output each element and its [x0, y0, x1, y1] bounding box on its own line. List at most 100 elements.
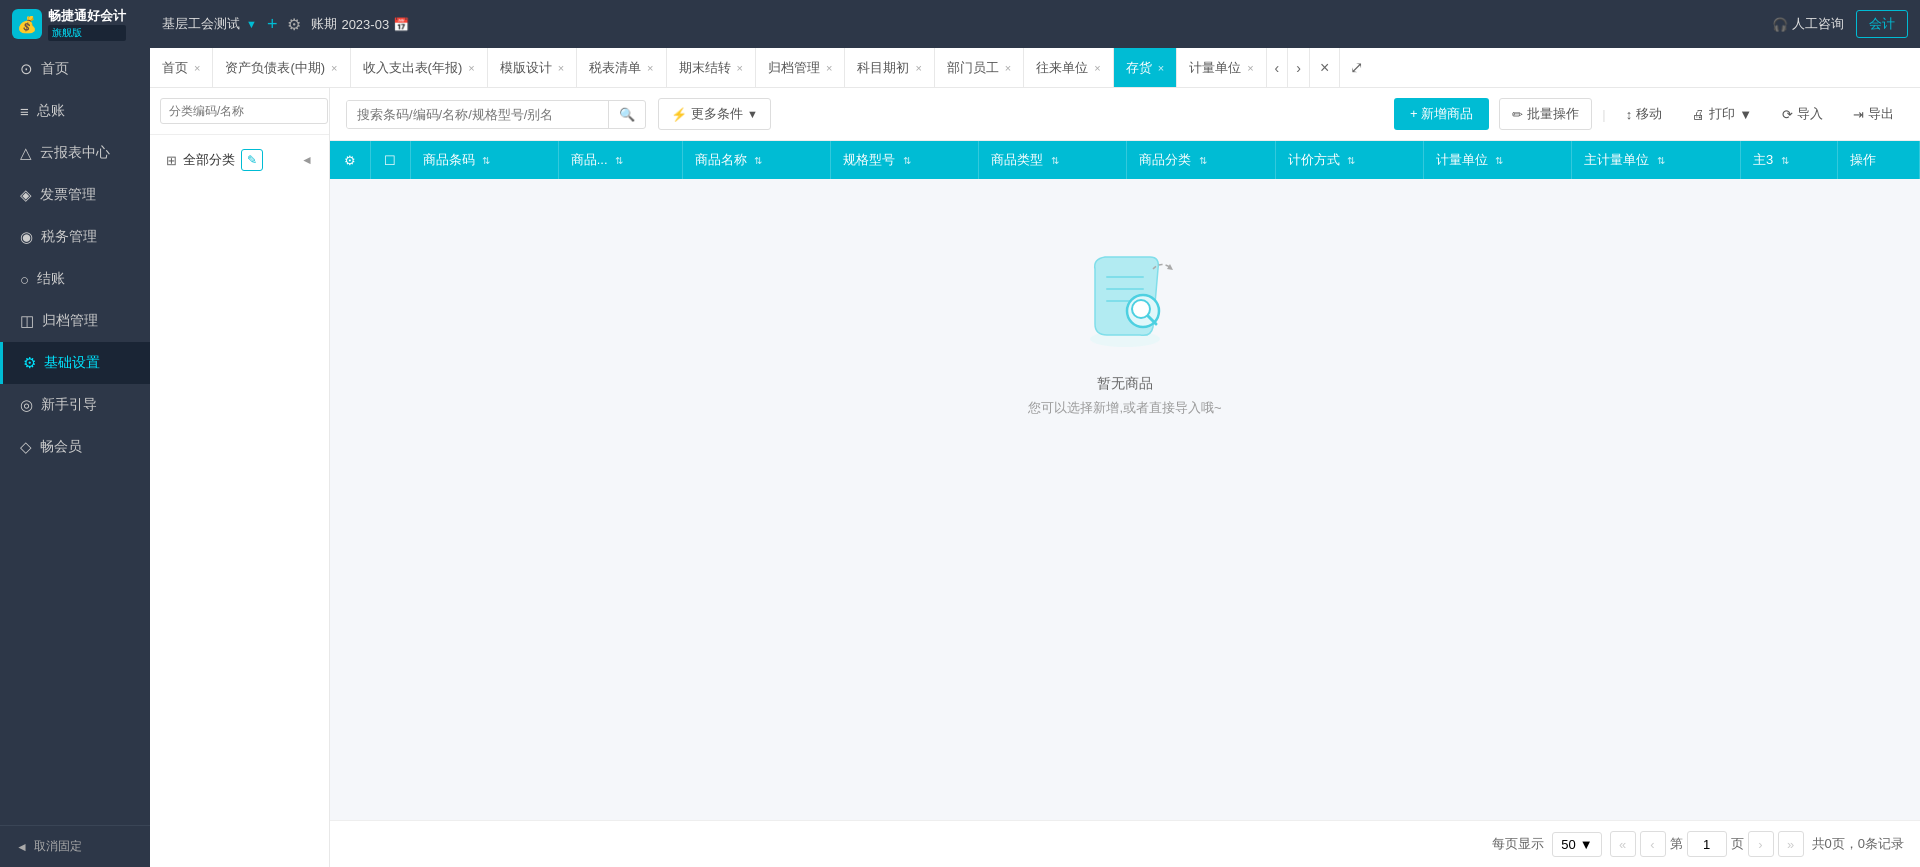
tab-partners-close[interactable]: ×	[1094, 62, 1100, 74]
tab-bar: 首页 × 资产负债表(中期) × 收入支出表(年报) × 模版设计 × 税表清单…	[150, 48, 1920, 88]
category-edit-button[interactable]: ✎	[241, 149, 263, 171]
col-price-method[interactable]: 计价方式 ⇅	[1275, 141, 1423, 179]
tab-balance-sheet[interactable]: 资产负债表(中期) ×	[213, 48, 350, 88]
logo-area: 💰 畅捷通好会计 旗舰版	[12, 7, 152, 41]
tab-dept-staff-close[interactable]: ×	[1005, 62, 1011, 74]
filter-button[interactable]: ⚡ 更多条件 ▼	[658, 98, 771, 130]
sidebar-label-home: 首页	[41, 60, 69, 78]
batch-icon: ✏	[1512, 107, 1523, 122]
category-collapse-button[interactable]: ◄	[301, 153, 313, 167]
sidebar-item-tax[interactable]: ◉ 税务管理	[0, 216, 150, 258]
tab-expand-button[interactable]: ⤢	[1340, 48, 1373, 88]
tab-tax-list[interactable]: 税表清单 ×	[577, 48, 666, 88]
category-search-input[interactable]	[160, 98, 328, 124]
per-page-label: 每页显示	[1492, 835, 1544, 853]
col-col3[interactable]: 主3 ⇅	[1740, 141, 1837, 179]
account-button[interactable]: 会计	[1856, 10, 1908, 38]
search-icon[interactable]: 🔍	[608, 101, 645, 128]
help-icon: 🎧	[1772, 17, 1788, 32]
tax-icon: ◉	[20, 228, 33, 246]
settings-gear-button[interactable]: ⚙	[287, 15, 301, 34]
col-actions: 操作	[1838, 141, 1920, 179]
tab-archive[interactable]: 归档管理 ×	[756, 48, 845, 88]
period-label: 账期	[311, 15, 337, 33]
tab-period-end-close[interactable]: ×	[737, 62, 743, 74]
tab-template-close[interactable]: ×	[558, 62, 564, 74]
tab-next-button[interactable]: ›	[1288, 48, 1310, 88]
col-checkbox[interactable]: ☐	[370, 141, 410, 179]
batch-button[interactable]: ✏ 批量操作	[1499, 98, 1592, 130]
sidebar-item-home[interactable]: ⊙ 首页	[0, 48, 150, 90]
add-tab-button[interactable]: +	[267, 14, 278, 35]
company-selector[interactable]: 基层工会测试 ▼	[162, 15, 257, 33]
add-product-button[interactable]: + 新增商品	[1394, 98, 1489, 130]
tab-dept-staff-label: 部门员工	[947, 59, 999, 77]
col-settings[interactable]: ⚙	[330, 141, 370, 179]
col-name[interactable]: 商品名称 ⇅	[682, 141, 830, 179]
page-end-label: 页	[1731, 835, 1744, 853]
col-spec[interactable]: 规格型号 ⇅	[830, 141, 978, 179]
page-number-input[interactable]	[1687, 831, 1727, 857]
category-all-item[interactable]: ⊞ 全部分类 ✎ ◄	[158, 143, 321, 177]
sidebar-item-guide[interactable]: ◎ 新手引导	[0, 384, 150, 426]
tab-partners[interactable]: 往来单位 ×	[1024, 48, 1113, 88]
tab-template-label: 模版设计	[500, 59, 552, 77]
settings-icon: ⚙	[23, 354, 36, 372]
sidebar-label-invoice: 发票管理	[40, 186, 96, 204]
tab-unit-label: 计量单位	[1189, 59, 1241, 77]
print-button[interactable]: 🖨 打印 ▼	[1682, 99, 1762, 129]
main-layout: ⊙ 首页 ≡ 总账 △ 云报表中心 ◈ 发票管理 ◉ 税务管理 ○ 结账	[0, 48, 1920, 867]
sidebar-item-settings[interactable]: ⚙ 基础设置	[0, 342, 150, 384]
tab-period-end[interactable]: 期末结转 ×	[667, 48, 756, 88]
tab-inventory[interactable]: 存货 ×	[1114, 48, 1177, 88]
page-size-select[interactable]: 50 ▼	[1552, 832, 1601, 857]
checkout-icon: ○	[20, 271, 29, 288]
tab-archive-close[interactable]: ×	[826, 62, 832, 74]
sidebar-item-ledger[interactable]: ≡ 总账	[0, 90, 150, 132]
empty-state: 暂无商品 您可以选择新增,或者直接导入哦~	[330, 179, 1920, 477]
tab-home[interactable]: 首页 ×	[150, 48, 213, 88]
tab-close-all-button[interactable]: ×	[1310, 48, 1340, 88]
sidebar-item-checkout[interactable]: ○ 结账	[0, 258, 150, 300]
sidebar-item-invoice[interactable]: ◈ 发票管理	[0, 174, 150, 216]
sidebar-item-reports[interactable]: △ 云报表中心	[0, 132, 150, 174]
tab-subject-init-close[interactable]: ×	[915, 62, 921, 74]
help-button[interactable]: 🎧 人工咨询	[1772, 15, 1844, 33]
col-unit[interactable]: 计量单位 ⇅	[1423, 141, 1571, 179]
logo-main: 畅捷通好会计	[48, 7, 126, 25]
tab-balance-sheet-close[interactable]: ×	[331, 62, 337, 74]
tab-income[interactable]: 收入支出表(年报) ×	[351, 48, 488, 88]
tab-home-close[interactable]: ×	[194, 62, 200, 74]
tab-unit[interactable]: 计量单位 ×	[1177, 48, 1266, 88]
tab-prev-button[interactable]: ‹	[1267, 48, 1289, 88]
col-type[interactable]: 商品类型 ⇅	[979, 141, 1127, 179]
tab-dept-staff[interactable]: 部门员工 ×	[935, 48, 1024, 88]
sidebar-item-member[interactable]: ◇ 畅会员	[0, 426, 150, 468]
cancel-pin-icon: ◄	[16, 840, 28, 854]
last-page-button[interactable]: »	[1778, 831, 1804, 857]
tab-subject-init[interactable]: 科目期初 ×	[845, 48, 934, 88]
tab-tax-list-close[interactable]: ×	[647, 62, 653, 74]
tab-unit-close[interactable]: ×	[1247, 62, 1253, 74]
calendar-icon[interactable]: 📅	[393, 17, 409, 32]
col-category[interactable]: 商品分类 ⇅	[1127, 141, 1275, 179]
next-page-button[interactable]: ›	[1748, 831, 1774, 857]
import-button[interactable]: ⟳ 导入	[1772, 99, 1833, 129]
move-button[interactable]: ↕ 移动	[1616, 99, 1673, 129]
tab-income-close[interactable]: ×	[468, 62, 474, 74]
sidebar: ⊙ 首页 ≡ 总账 △ 云报表中心 ◈ 发票管理 ◉ 税务管理 ○ 结账	[0, 48, 150, 867]
export-button[interactable]: ⇥ 导出	[1843, 99, 1904, 129]
svg-marker-7	[1167, 264, 1173, 270]
prev-page-button[interactable]: ‹	[1640, 831, 1666, 857]
col-code[interactable]: 商品... ⇅	[558, 141, 682, 179]
cancel-pin-button[interactable]: ◄ 取消固定	[0, 825, 150, 867]
toolbar-right: + 新增商品 ✏ 批量操作 | ↕ 移动 🖨 打印	[1394, 98, 1904, 130]
col-main-unit[interactable]: 主计量单位 ⇅	[1571, 141, 1740, 179]
first-page-button[interactable]: «	[1610, 831, 1636, 857]
tab-inventory-close[interactable]: ×	[1158, 62, 1164, 74]
search-input[interactable]	[347, 101, 608, 128]
print-icon: 🖨	[1692, 107, 1705, 122]
sidebar-item-archive[interactable]: ◫ 归档管理	[0, 300, 150, 342]
col-barcode[interactable]: 商品条码 ⇅	[410, 141, 558, 179]
tab-template[interactable]: 模版设计 ×	[488, 48, 577, 88]
